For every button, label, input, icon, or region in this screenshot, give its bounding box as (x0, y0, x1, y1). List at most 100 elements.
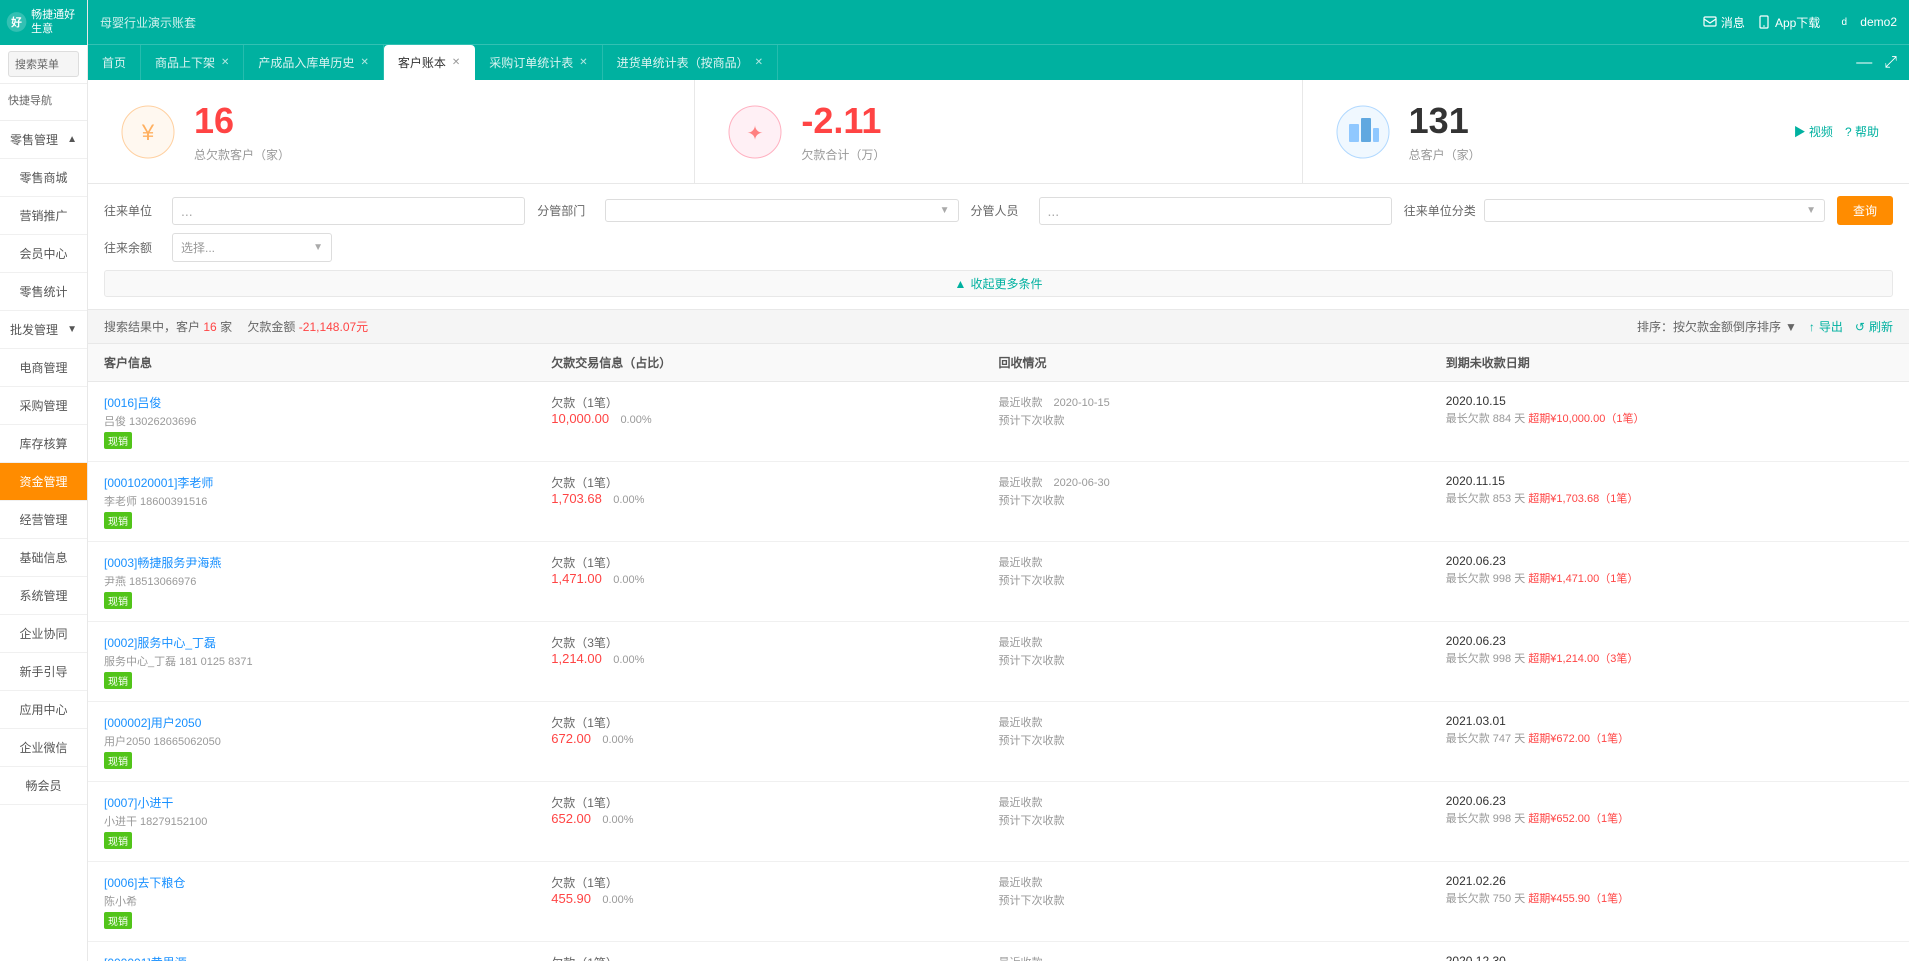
stat-card-actions: ▶ 视频 ? 帮助 (1794, 123, 1879, 140)
customer-name-3[interactable]: [0002]服务中心_丁磊 (104, 636, 216, 650)
tab-customer-account[interactable]: 客户账本 ✕ (384, 45, 475, 81)
company-name: 母婴行业演示账套 (100, 14, 196, 31)
chevron-down-icon: ▼ (67, 324, 77, 335)
stat-info-debt-amount: -2.11 欠款合计（万） (801, 100, 1271, 163)
tabs-minimize-button[interactable]: — (1852, 54, 1876, 72)
debt-cell-5: 欠款（1笔） 652.00 0.00% (551, 794, 998, 826)
person-input-wrapper[interactable]: ... (1039, 197, 1392, 225)
tab-home[interactable]: 首页 (88, 45, 141, 81)
sidebar-item-purchase-mgmt[interactable]: 采购管理 (0, 387, 87, 425)
customer-name-6[interactable]: [0006]去下粮仓 (104, 876, 185, 890)
tab-purchase-summary[interactable]: 采购订单统计表 ✕ (475, 45, 602, 81)
app-download-button[interactable]: App下载 (1757, 14, 1820, 31)
debt-amount-number: -2.11 (801, 100, 1271, 142)
sidebar-item-system-mgmt[interactable]: 系统管理 (0, 577, 87, 615)
result-bar: 搜索结果中，客户 16 家 欠款金额 -21,148.07元 排序：按欠款金额倒… (88, 310, 1909, 344)
customer-name-4[interactable]: [000002]用户2050 (104, 716, 201, 730)
overdue-link-4[interactable]: 超期¥672.00（1笔） (1528, 733, 1629, 745)
customer-tag-1: 现销 (104, 512, 132, 529)
customer-tag-0: 现销 (104, 432, 132, 449)
collapse-button[interactable]: ▲ 收起更多条件 (105, 271, 1892, 296)
help-action[interactable]: ? 帮助 (1845, 123, 1879, 140)
search-menu-button[interactable]: 搜索菜单 (8, 51, 79, 77)
customer-name-5[interactable]: [0007]小进干 (104, 796, 173, 810)
tab-close-customer-account[interactable]: ✕ (452, 57, 460, 68)
user-menu[interactable]: d demo2 (1832, 10, 1897, 34)
query-button[interactable]: 查询 (1837, 196, 1893, 225)
debt-amount-5: 652.00 (551, 811, 591, 826)
overdue-link-3[interactable]: 超期¥1,214.00（3笔） (1528, 653, 1638, 665)
sidebar-item-inventory-check[interactable]: 库存核算 (0, 425, 87, 463)
sidebar-item-retail-stats[interactable]: 零售统计 (0, 273, 87, 311)
tab-close-product-history[interactable]: ✕ (360, 57, 368, 68)
unit-class-select[interactable]: ▼ (1484, 199, 1825, 222)
tab-close-incoming-stats[interactable]: ✕ (755, 57, 763, 68)
table-row: [000002]用户2050 用户2050 18665062050 现销 欠款（… (88, 702, 1909, 782)
customer-tag-2: 现销 (104, 592, 132, 609)
customer-name-1[interactable]: [0001020001]李老师 (104, 476, 213, 490)
sidebar-item-enterprise-wechat[interactable]: 企业微信 (0, 729, 87, 767)
overdue-link-6[interactable]: 超期¥455.90（1笔） (1528, 893, 1629, 905)
debt-amount-icon: ✦ (725, 102, 785, 162)
sidebar-item-member-center[interactable]: 会员中心 (0, 235, 87, 273)
table-row: [0016]吕俊 吕俊 13026203696 现销 欠款（1笔） 10,000… (88, 382, 1909, 462)
tabs-right-actions: — ⤢ (1852, 54, 1909, 72)
person-label: 分管人员 (971, 202, 1031, 219)
sidebar-item-vip-member[interactable]: 畅会员 (0, 767, 87, 805)
tab-product-history[interactable]: 产成品入库单历史 ✕ (244, 45, 383, 81)
sidebar-item-app-center[interactable]: 应用中心 (0, 691, 87, 729)
debt-count-3: 欠款（3笔） (551, 634, 998, 651)
chevron-down-icon: ▲ (67, 134, 77, 145)
sidebar-item-retail-mall[interactable]: 零售商城 (0, 159, 87, 197)
top-header: 母婴行业演示账套 消息 App下载 d demo2 (88, 0, 1909, 44)
customer-name-2[interactable]: [0003]畅捷服务尹海燕 (104, 556, 221, 570)
sort-selector[interactable]: 排序：按欠款金额倒序排序 ▼ (1637, 318, 1797, 335)
sidebar-item-business-mgmt[interactable]: 经营管理 (0, 501, 87, 539)
export-icon: ↑ (1809, 320, 1815, 334)
video-action[interactable]: ▶ 视频 (1794, 123, 1833, 140)
due-cell-1: 2020.11.15 最长欠款 853 天 超期¥1,703.68（1笔） (1446, 474, 1893, 506)
overdue-link-5[interactable]: 超期¥652.00（1笔） (1528, 813, 1629, 825)
debt-cell-2: 欠款（1笔） 1,471.00 0.00% (551, 554, 998, 586)
export-button[interactable]: ↑ 导出 (1809, 318, 1843, 335)
overdue-link-0[interactable]: 超期¥10,000.00（1笔） (1528, 413, 1644, 425)
sidebar-item-retail-mgmt[interactable]: 零售管理 ▲ (0, 121, 87, 159)
quick-nav: 快捷导航 (0, 84, 87, 121)
message-button[interactable]: 消息 (1703, 14, 1745, 31)
customer-phone-3: 服务中心_丁磊 181 0125 8371 (104, 653, 551, 669)
sidebar-item-enterprise-collab[interactable]: 企业协同 (0, 615, 87, 653)
refresh-button[interactable]: ↺ 刷新 (1855, 318, 1893, 335)
customer-name-7[interactable]: [000001]黄思源 (104, 956, 187, 961)
dept-label: 分管部门 (537, 202, 597, 219)
tab-close-product-listing[interactable]: ✕ (221, 57, 229, 68)
tab-product-listing[interactable]: 商品上下架 ✕ (141, 45, 244, 81)
debt-count-0: 欠款（1笔） (551, 394, 998, 411)
due-cell-4: 2021.03.01 最长欠款 747 天 超期¥672.00（1笔） (1446, 714, 1893, 746)
debt-count-2: 欠款（1笔） (551, 554, 998, 571)
person-dots: ... (1048, 203, 1060, 219)
tab-close-purchase-summary[interactable]: ✕ (579, 57, 587, 68)
table-row: [0007]小进干 小进干 18279152100 现销 欠款（1笔） 652.… (88, 782, 1909, 862)
sidebar-item-new-guide[interactable]: 新手引导 (0, 653, 87, 691)
sidebar-item-basic-info[interactable]: 基础信息 (0, 539, 87, 577)
customer-phone-6: 陈小希 (104, 893, 551, 909)
from-unit-input-wrapper[interactable]: ... (172, 197, 525, 225)
sidebar-item-batch-mgmt[interactable]: 批发管理 ▼ (0, 311, 87, 349)
sidebar-item-marketing[interactable]: 营销推广 (0, 197, 87, 235)
sort-arrow: ▼ (1785, 320, 1797, 334)
overdue-link-1[interactable]: 超期¥1,703.68（1笔） (1528, 493, 1638, 505)
due-cell-7: 2020.12.30 最长欠款 808 天 超期¥429.00（1笔） (1446, 954, 1893, 961)
sidebar-item-finance-mgmt[interactable]: 资金管理 (0, 463, 87, 501)
overdue-link-2[interactable]: 超期¥1,471.00（1笔） (1528, 573, 1638, 585)
tab-incoming-stats[interactable]: 进货单统计表（按商品） ✕ (603, 45, 778, 81)
dept-select[interactable]: ▼ (605, 199, 958, 222)
stat-card-debt-customers: ¥ 16 总欠款客户（家） (88, 80, 695, 183)
customer-phone-0: 吕俊 13026203696 (104, 413, 551, 429)
stat-card-debt-amount: ✦ -2.11 欠款合计（万） (695, 80, 1302, 183)
customer-name-0[interactable]: [0016]吕俊 (104, 396, 161, 410)
balance-select[interactable]: 选择... ▼ (172, 233, 332, 262)
debt-customers-number: 16 (194, 100, 664, 142)
sidebar-item-ecommerce-mgmt[interactable]: 电商管理 (0, 349, 87, 387)
tabs-maximize-button[interactable]: ⤢ (1880, 54, 1901, 72)
due-cell-6: 2021.02.26 最长欠款 750 天 超期¥455.90（1笔） (1446, 874, 1893, 906)
